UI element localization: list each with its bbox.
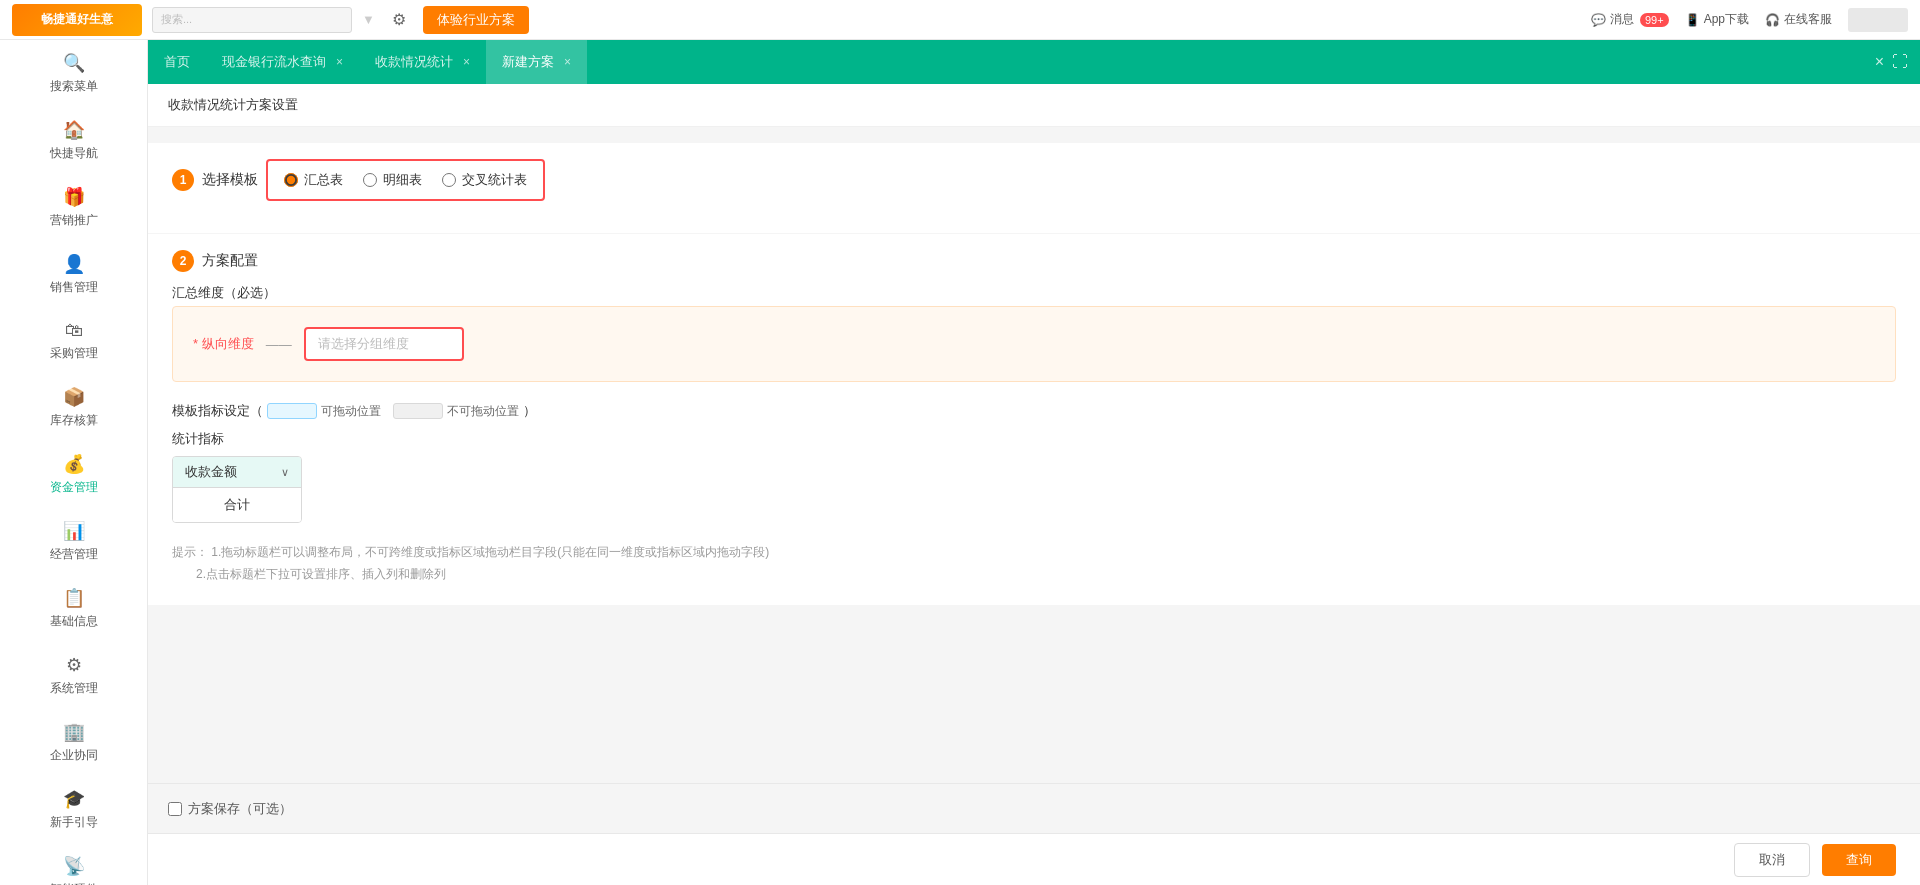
save-checkbox[interactable] bbox=[168, 802, 182, 816]
tab-collection-stats[interactable]: 收款情况统计 × bbox=[359, 40, 486, 84]
notification-button[interactable]: 💬 消息 99+ bbox=[1591, 11, 1669, 28]
tab-home[interactable]: 首页 bbox=[148, 40, 206, 84]
radio-summary[interactable]: 汇总表 bbox=[284, 171, 343, 189]
tab-new-plan[interactable]: 新建方案 × bbox=[486, 40, 587, 84]
sidebar-item-purchase[interactable]: 🛍 采购管理 bbox=[0, 308, 147, 374]
tips-prefix: 提示： bbox=[172, 545, 208, 559]
tips-section: 提示： 1.拖动标题栏可以调整布局，不可跨维度或指标区域拖动栏目字段(只能在同一… bbox=[172, 542, 1896, 585]
sidebar-item-quick-nav[interactable]: 🏠 快捷导航 bbox=[0, 107, 147, 174]
stat-label: 统计指标 bbox=[172, 430, 1896, 448]
search-icon: 🔍 bbox=[63, 52, 85, 74]
sidebar-item-system[interactable]: ⚙ 系统管理 bbox=[0, 642, 147, 709]
step1-title: 选择模板 bbox=[202, 171, 258, 189]
template-selector: 汇总表 明细表 交叉统计表 bbox=[266, 159, 545, 201]
step2-title: 方案配置 bbox=[202, 252, 258, 270]
message-icon: 💬 bbox=[1591, 13, 1606, 27]
dimension-area: * 纵向维度 —— 请选择分组维度 bbox=[172, 306, 1896, 382]
sidebar-item-sales[interactable]: 👤 销售管理 bbox=[0, 241, 147, 308]
fixed-legend-dot bbox=[393, 403, 443, 419]
indicator-legend-row: 模板指标设定（ 可拖动位置 不可拖动位置 ） bbox=[172, 402, 1896, 420]
gear-button[interactable]: ⚙ bbox=[385, 6, 413, 34]
home-icon: 🏠 bbox=[63, 119, 85, 141]
search-bar: 搜索... bbox=[152, 7, 352, 33]
vertical-dimension-label: * 纵向维度 bbox=[193, 335, 254, 353]
sidebar-item-finance[interactable]: 💰 资金管理 bbox=[0, 441, 147, 508]
step2-section: 2 方案配置 汇总维度（必选） * 纵向维度 —— 请选择分组维度 bbox=[148, 234, 1920, 605]
footer: 方案保存（可选） bbox=[148, 783, 1920, 833]
radio-detail[interactable]: 明细表 bbox=[363, 171, 422, 189]
chevron-down-icon: ∨ bbox=[281, 466, 289, 479]
indicator-section: 模板指标设定（ 可拖动位置 不可拖动位置 ） 统计指标 收款金额 ∨ 合计 bbox=[172, 402, 1896, 526]
step1-section: 1 选择模板 汇总表 明细表 bbox=[148, 143, 1920, 233]
user-avatar[interactable] bbox=[1848, 8, 1908, 32]
graduate-icon: 🎓 bbox=[63, 788, 85, 810]
draggable-legend-dot bbox=[267, 403, 317, 419]
action-bar: 取消 查询 bbox=[148, 833, 1920, 885]
app-logo: 畅捷通好生意 bbox=[12, 4, 142, 36]
download-icon: 📱 bbox=[1685, 13, 1700, 27]
settings-icon: ⚙ bbox=[66, 654, 82, 676]
sidebar-item-operations[interactable]: 📊 经营管理 bbox=[0, 508, 147, 575]
page-title: 收款情况统计方案设置 bbox=[148, 84, 1920, 127]
tab-cash-flow[interactable]: 现金银行流水查询 × bbox=[206, 40, 359, 84]
arrow: —— bbox=[266, 337, 292, 352]
sidebar-item-search[interactable]: 🔍 搜索菜单 bbox=[0, 40, 147, 107]
sidebar: 🔍 搜索菜单 🏠 快捷导航 🎁 营销推广 👤 销售管理 🛍 采购管理 📦 库存核… bbox=[0, 40, 148, 885]
chart-icon: 📊 bbox=[63, 520, 85, 542]
cancel-button[interactable]: 取消 bbox=[1734, 843, 1810, 877]
tab-close-cash-flow[interactable]: × bbox=[336, 55, 343, 69]
tab-close-collection-stats[interactable]: × bbox=[463, 55, 470, 69]
query-button[interactable]: 查询 bbox=[1822, 844, 1896, 876]
box-icon: 📦 bbox=[63, 386, 85, 408]
radio-group-template: 汇总表 明细表 交叉统计表 bbox=[284, 171, 527, 189]
tab-bar: 首页 现金银行流水查询 × 收款情况统计 × 新建方案 × × ⛶ bbox=[148, 40, 1920, 84]
service-button[interactable]: 🎧 在线客服 bbox=[1765, 11, 1832, 28]
trial-button[interactable]: 体验行业方案 bbox=[423, 6, 529, 34]
step1-header: 1 选择模板 汇总表 明细表 bbox=[172, 159, 1896, 201]
maximize-icon[interactable]: ⛶ bbox=[1892, 53, 1908, 71]
step1-badge: 1 bbox=[172, 169, 194, 191]
building-icon: 🏢 bbox=[63, 721, 85, 743]
list-icon: 📋 bbox=[63, 587, 85, 609]
page-content: 收款情况统计方案设置 1 选择模板 汇总表 bbox=[148, 84, 1920, 783]
device-icon: 📡 bbox=[63, 855, 85, 877]
indicator-table: 收款金额 ∨ 合计 bbox=[172, 456, 302, 523]
close-window-icon[interactable]: × bbox=[1875, 53, 1884, 71]
top-actions: 💬 消息 99+ 📱 App下载 🎧 在线客服 bbox=[1591, 8, 1908, 32]
indicator-column-header[interactable]: 收款金额 ∨ bbox=[173, 457, 301, 488]
sidebar-item-newbie[interactable]: 🎓 新手引导 bbox=[0, 776, 147, 843]
sidebar-item-corp[interactable]: 🏢 企业协同 bbox=[0, 709, 147, 776]
sidebar-item-smart-hw[interactable]: 📡 智能硬件 bbox=[0, 843, 147, 885]
top-bar: 畅捷通好生意 搜索... ▼ ⚙ 体验行业方案 💬 消息 99+ 📱 App下载… bbox=[0, 0, 1920, 40]
tab-window-controls: × ⛶ bbox=[1875, 40, 1920, 84]
sidebar-item-marketing[interactable]: 🎁 营销推广 bbox=[0, 174, 147, 241]
person-icon: 👤 bbox=[63, 253, 85, 275]
vertical-dimension-row: * 纵向维度 —— 请选择分组维度 bbox=[193, 327, 1875, 361]
money-icon: 💰 bbox=[63, 453, 85, 475]
download-button[interactable]: 📱 App下载 bbox=[1685, 11, 1749, 28]
sidebar-item-inventory[interactable]: 📦 库存核算 bbox=[0, 374, 147, 441]
radio-cross[interactable]: 交叉统计表 bbox=[442, 171, 527, 189]
tab-close-new-plan[interactable]: × bbox=[564, 55, 571, 69]
save-option-checkbox[interactable]: 方案保存（可选） bbox=[168, 800, 292, 818]
step2-badge: 2 bbox=[172, 250, 194, 272]
headset-icon: 🎧 bbox=[1765, 13, 1780, 27]
bag-icon: 🛍 bbox=[65, 320, 83, 341]
gift-icon: 🎁 bbox=[63, 186, 85, 208]
sidebar-item-base-info[interactable]: 📋 基础信息 bbox=[0, 575, 147, 642]
step2-header: 2 方案配置 bbox=[172, 234, 1896, 284]
dimension-label: 汇总维度（必选） bbox=[172, 284, 1896, 302]
indicator-total-row: 合计 bbox=[173, 488, 301, 522]
main-area: 首页 现金银行流水查询 × 收款情况统计 × 新建方案 × × ⛶ bbox=[148, 40, 1920, 885]
dimension-select[interactable]: 请选择分组维度 bbox=[304, 327, 464, 361]
